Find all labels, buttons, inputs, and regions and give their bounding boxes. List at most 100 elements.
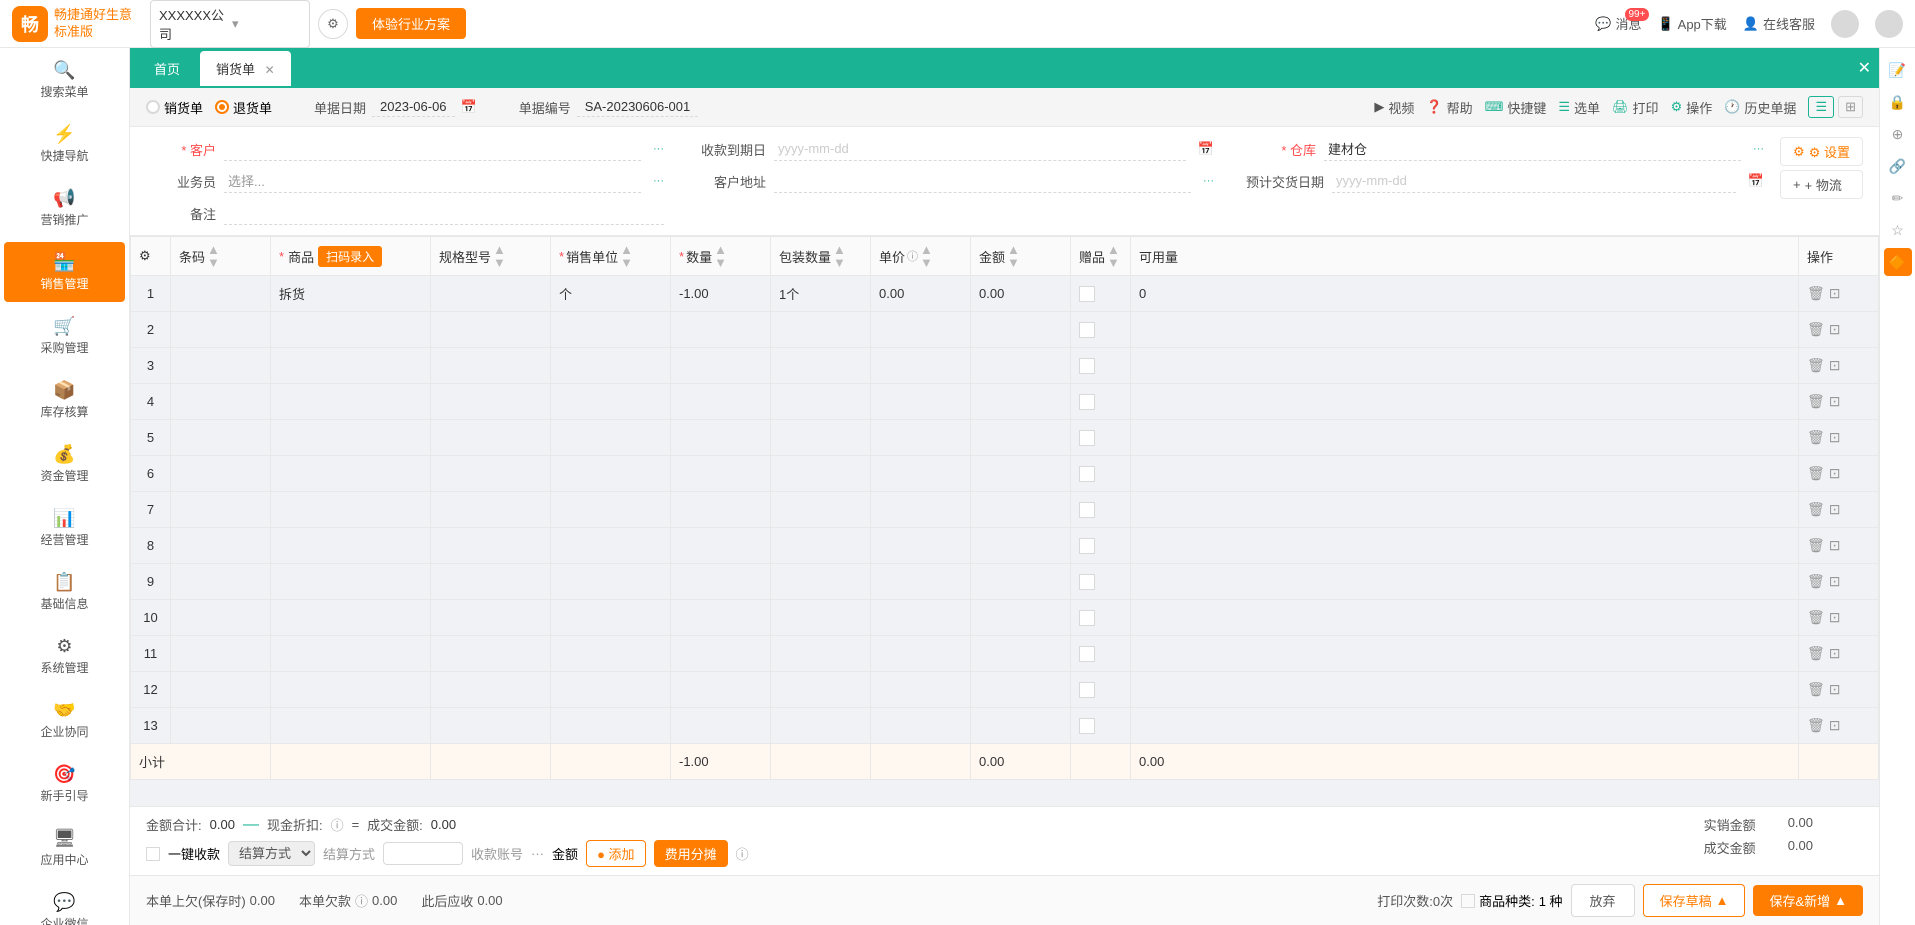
cell-unit[interactable] <box>551 636 671 672</box>
copy-icon[interactable]: ⊡ <box>1829 501 1841 518</box>
copy-icon[interactable]: ⊡ <box>1829 537 1841 554</box>
cell-pkg-qty[interactable] <box>771 600 871 636</box>
customer-dots-icon[interactable]: ··· <box>653 143 664 155</box>
tab-sales-order[interactable]: 销货单 ✕ <box>200 51 291 86</box>
save-draft-button[interactable]: 保存草稿 ▲ <box>1643 884 1746 917</box>
cell-price[interactable] <box>871 312 971 348</box>
settings-icon[interactable]: ⚙ <box>318 9 348 39</box>
sidebar-item-basic-info[interactable]: 📋 基础信息 <box>4 562 125 622</box>
toolbar-print[interactable]: 🖨 打印 <box>1612 98 1659 117</box>
cell-barcode[interactable] <box>171 420 271 456</box>
cell-price[interactable] <box>871 708 971 744</box>
copy-icon[interactable]: ⊡ <box>1829 357 1841 374</box>
cell-gift[interactable] <box>1071 276 1131 312</box>
cell-gift[interactable] <box>1071 492 1131 528</box>
tab-close-icon[interactable]: ✕ <box>265 63 275 77</box>
cell-unit[interactable] <box>551 456 671 492</box>
copy-icon[interactable]: ⊡ <box>1829 573 1841 590</box>
delivery-calendar-icon[interactable]: 📅 <box>1748 173 1764 189</box>
cell-spec[interactable] <box>431 456 551 492</box>
th-pkg-qty[interactable]: 包装数量▲▼ <box>771 237 871 276</box>
cell-pkg-qty[interactable] <box>771 312 871 348</box>
th-qty[interactable]: *数量▲▼ <box>671 237 771 276</box>
radio-return[interactable]: 退货单 <box>215 98 272 117</box>
tab-bar-close-icon[interactable]: ✕ <box>1858 58 1871 78</box>
sidebar-item-system[interactable]: ⚙ 系统管理 <box>4 626 125 686</box>
cell-price[interactable] <box>871 600 971 636</box>
cell-pkg-qty[interactable] <box>771 348 871 384</box>
cell-barcode[interactable] <box>171 348 271 384</box>
help-icon-debit[interactable]: ⓘ <box>355 891 368 910</box>
delete-icon[interactable]: 🗑 <box>1807 609 1825 626</box>
cell-amount[interactable]: 0.00 <box>971 276 1071 312</box>
cell-qty[interactable] <box>671 636 771 672</box>
cell-unit[interactable]: 个 <box>551 276 671 312</box>
calc-method-select[interactable]: 结算方式 <box>228 841 315 866</box>
cell-spec[interactable] <box>431 564 551 600</box>
cell-amount[interactable] <box>971 312 1071 348</box>
th-gift[interactable]: 赠品▲▼ <box>1071 237 1131 276</box>
doc-num-value[interactable]: SA-20230606-001 <box>577 97 699 117</box>
copy-icon[interactable]: ⊡ <box>1829 429 1841 446</box>
cell-product[interactable] <box>271 564 431 600</box>
cell-spec[interactable] <box>431 600 551 636</box>
cell-price[interactable] <box>871 672 971 708</box>
cell-qty[interactable]: -1.00 <box>671 276 771 312</box>
app-download-button[interactable]: 📱 App下载 <box>1657 14 1726 33</box>
cell-pkg-qty[interactable] <box>771 672 871 708</box>
cell-amount[interactable] <box>971 420 1071 456</box>
delete-icon[interactable]: 🗑 <box>1807 429 1825 446</box>
toolbar-select[interactable]: ☰ 选单 <box>1558 98 1600 117</box>
cell-gift[interactable] <box>1071 456 1131 492</box>
cell-spec[interactable] <box>431 708 551 744</box>
cell-pkg-qty[interactable] <box>771 420 871 456</box>
product-type-checkbox[interactable] <box>1461 894 1475 908</box>
cell-gift[interactable] <box>1071 384 1131 420</box>
sidebar-item-sales[interactable]: 🏪 销售管理 <box>4 242 125 302</box>
delete-icon[interactable]: 🗑 <box>1807 393 1825 410</box>
right-sidebar-link[interactable]: 🔗 <box>1884 152 1912 180</box>
message-button[interactable]: 💬 消息 99+ <box>1595 14 1641 33</box>
copy-icon[interactable]: ⊡ <box>1829 393 1841 410</box>
save-new-button[interactable]: 保存&新增 ▲ <box>1753 885 1863 916</box>
cell-product[interactable] <box>271 348 431 384</box>
cell-spec[interactable] <box>431 672 551 708</box>
cell-product[interactable]: 拆货 <box>271 276 431 312</box>
discount-help-icon[interactable]: ⓘ <box>331 815 344 834</box>
cell-price[interactable] <box>871 636 971 672</box>
delete-icon[interactable]: 🗑 <box>1807 285 1825 302</box>
payment-calendar-icon[interactable]: 📅 <box>1198 141 1214 157</box>
delete-icon[interactable]: 🗑 <box>1807 537 1825 554</box>
addr-dots-icon[interactable]: ··· <box>1203 175 1214 187</box>
cell-barcode[interactable] <box>171 708 271 744</box>
cell-amount[interactable] <box>971 528 1071 564</box>
cell-amount[interactable] <box>971 456 1071 492</box>
cell-qty[interactable] <box>671 600 771 636</box>
cell-pkg-qty[interactable] <box>771 384 871 420</box>
sidebar-item-collab[interactable]: 🤝 企业协同 <box>4 690 125 750</box>
cell-product[interactable] <box>271 456 431 492</box>
delete-icon[interactable]: 🗑 <box>1807 321 1825 338</box>
cell-spec[interactable] <box>431 276 551 312</box>
cell-unit[interactable] <box>551 420 671 456</box>
cell-amount[interactable] <box>971 600 1071 636</box>
calendar-icon[interactable]: 📅 <box>461 99 477 115</box>
logistics-button[interactable]: + + 物流 <box>1780 170 1863 199</box>
cell-amount[interactable] <box>971 672 1071 708</box>
cell-barcode[interactable] <box>171 672 271 708</box>
cell-barcode[interactable] <box>171 456 271 492</box>
cell-price[interactable]: 0.00 <box>871 276 971 312</box>
toolbar-video[interactable]: ▶ 视频 <box>1374 98 1414 117</box>
cell-qty[interactable] <box>671 564 771 600</box>
copy-icon[interactable]: ⊡ <box>1829 717 1841 734</box>
cell-price[interactable] <box>871 348 971 384</box>
cell-spec[interactable] <box>431 420 551 456</box>
copy-icon[interactable]: ⊡ <box>1829 681 1841 698</box>
cell-unit[interactable] <box>551 312 671 348</box>
th-product[interactable]: *商品 扫码录入 <box>271 237 431 276</box>
cell-pkg-qty[interactable] <box>771 492 871 528</box>
salesperson-input[interactable]: 选择... <box>224 169 641 193</box>
cell-amount[interactable] <box>971 564 1071 600</box>
view-list-icon[interactable]: ☰ <box>1808 96 1834 118</box>
settings-button[interactable]: ⚙ ⚙ 设置 <box>1780 137 1863 166</box>
